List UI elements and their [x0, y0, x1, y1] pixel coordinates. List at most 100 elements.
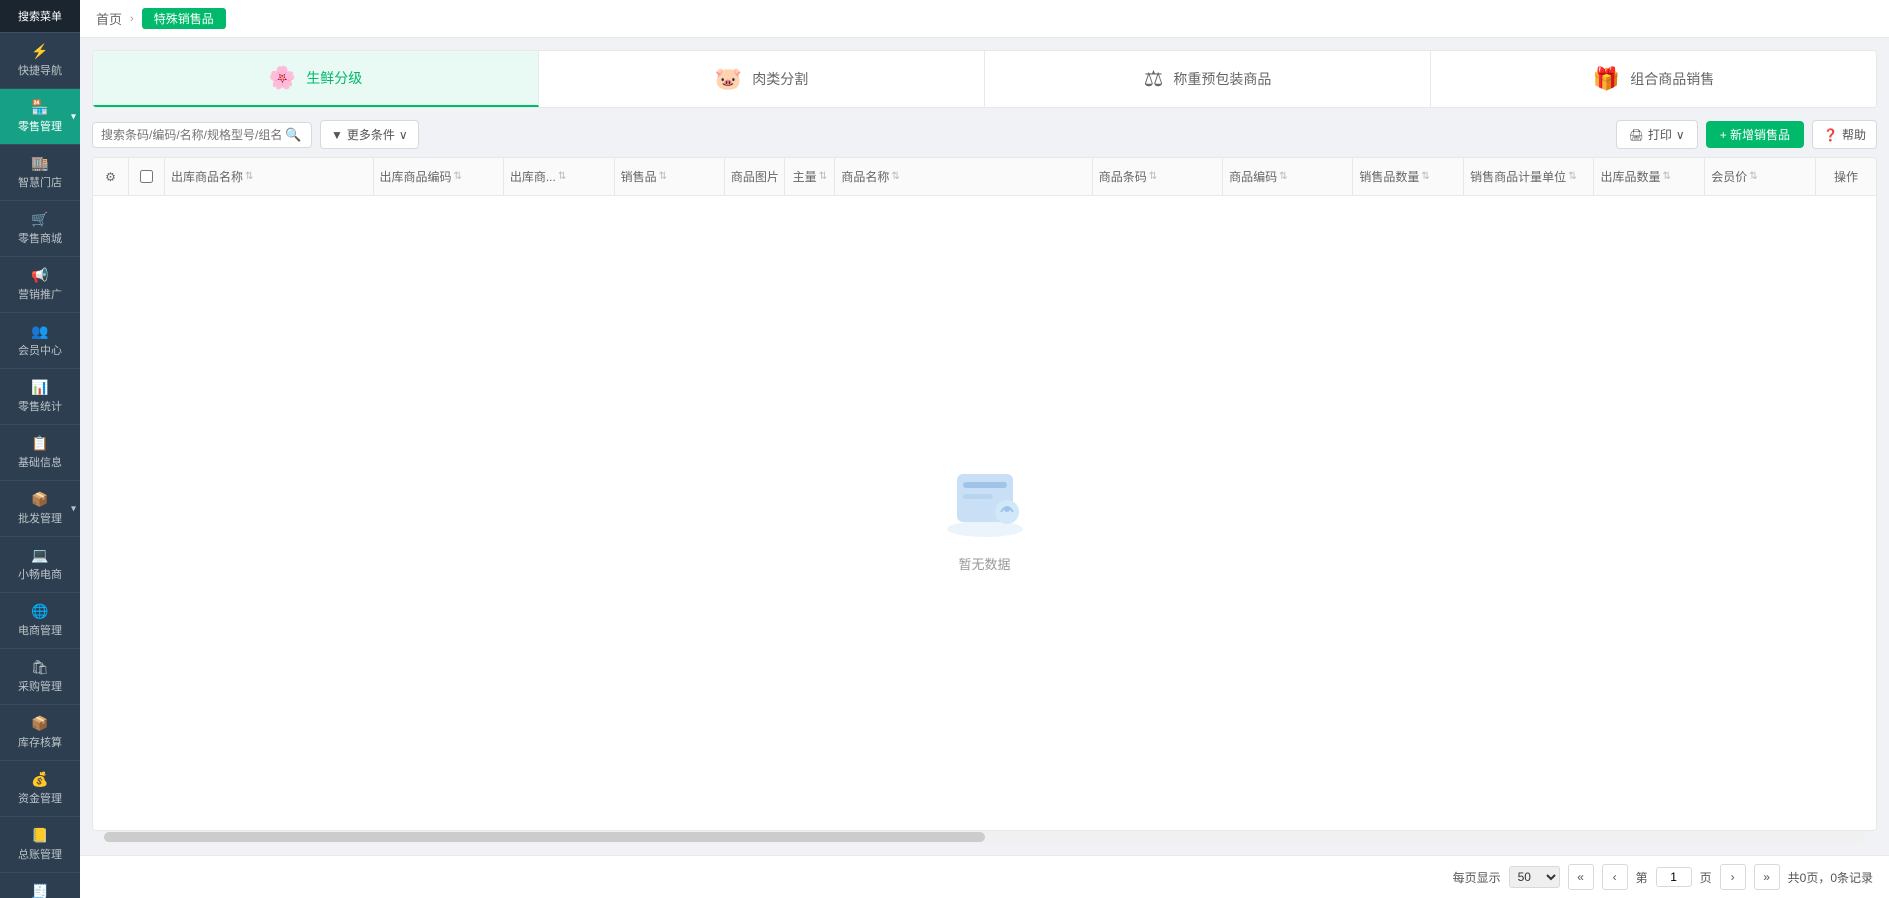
- sidebar-icon-ecom-mgmt: 🌐: [4, 603, 76, 620]
- sidebar-item-retail-mall[interactable]: 🛒 零售商城: [0, 201, 80, 257]
- sidebar-item-inventory[interactable]: 📦库存核算: [0, 705, 80, 761]
- sidebar-item-wholesale-mgmt[interactable]: 📦批发管理: [0, 481, 80, 537]
- sort-icon-out-code: ⇅: [454, 171, 462, 182]
- tab-meat-cut-label: 肉类分割: [752, 69, 808, 89]
- tab-meat-cut[interactable]: 🐷 肉类分割: [539, 51, 985, 107]
- sort-icon-qty: ⇅: [1421, 171, 1429, 182]
- first-page-button[interactable]: «: [1568, 864, 1594, 890]
- main-content: 首页 › 特殊销售品 🌸 生鲜分级 🐷 肉类分割 ⚖ 称重预包装商品 🎁 组合商…: [80, 0, 1889, 898]
- next-page-button[interactable]: ›: [1720, 864, 1746, 890]
- tab-fresh-grade-label: 生鲜分级: [306, 68, 362, 88]
- sidebar-item-retail-stats[interactable]: 📊零售统计: [0, 369, 80, 425]
- sidebar-item-marketing[interactable]: 📢 营销推广: [0, 257, 80, 313]
- sort-icon-main: ⇅: [819, 171, 827, 182]
- th-price[interactable]: 会员价 ⇅: [1705, 158, 1816, 195]
- sidebar-item-basic-info[interactable]: 📋基础信息: [0, 425, 80, 481]
- sidebar-label-ledger: 总账管理: [4, 846, 76, 862]
- last-page-button[interactable]: »: [1754, 864, 1780, 890]
- th-good-code[interactable]: 商品编码 ⇅: [1223, 158, 1353, 195]
- search-icon: 🔍: [285, 127, 301, 143]
- search-menu-btn[interactable]: 搜索菜单: [0, 8, 80, 24]
- sidebar-label-smart-store: 智慧门店: [4, 174, 76, 190]
- sidebar-item-mini-ecom[interactable]: 💻小畅电商: [0, 537, 80, 593]
- tab-weigh-pack-label: 称重预包装商品: [1173, 69, 1271, 89]
- breadcrumb-current[interactable]: 特殊销售品: [142, 8, 226, 29]
- sort-icon-out-qty: ⇅: [1663, 171, 1671, 182]
- sidebar-item-finance[interactable]: 💰资金管理: [0, 761, 80, 817]
- sidebar-label-marketing: 营销推广: [4, 286, 76, 302]
- search-box[interactable]: 🔍: [92, 122, 312, 148]
- th-good-name[interactable]: 商品名称 ⇅: [835, 158, 1092, 195]
- sidebar-item-invoice[interactable]: 🧾发票管理: [0, 873, 80, 898]
- sidebar-item-member-center[interactable]: 👥会员中心: [0, 313, 80, 369]
- combo-icon: 🎁: [1593, 66, 1620, 92]
- sidebar-icon-smart-store: 🏬: [4, 155, 76, 172]
- breadcrumb-sep: ›: [130, 13, 134, 25]
- sidebar-item-smart-store[interactable]: 🏬 智慧门店: [0, 145, 80, 201]
- th-qty[interactable]: 销售品数量 ⇅: [1353, 158, 1464, 195]
- sidebar-label-retail-mall: 零售商城: [4, 230, 76, 246]
- page-input[interactable]: [1656, 867, 1692, 887]
- th-out-code[interactable]: 出库商品编码 ⇅: [374, 158, 504, 195]
- sidebar-icon-retail-mgmt: 🏪: [4, 99, 76, 116]
- prev-page-button[interactable]: ‹: [1602, 864, 1628, 890]
- sort-icon-good-code: ⇅: [1279, 171, 1287, 182]
- sidebar-item-retail-mgmt[interactable]: 🏪零售管理: [0, 89, 80, 145]
- scroll-thumb[interactable]: [104, 832, 985, 842]
- sort-icon-good-name: ⇅: [891, 171, 899, 182]
- th-out-sku[interactable]: 出库商... ⇅: [504, 158, 615, 195]
- sidebar-item-quick-nav[interactable]: ⚡快捷导航: [0, 33, 80, 89]
- sidebar-item-ledger[interactable]: 📒总账管理: [0, 817, 80, 873]
- th-img[interactable]: 商品图片: [725, 158, 785, 195]
- sidebar-label-ecom-mgmt: 电商管理: [4, 622, 76, 638]
- sidebar-icon-marketing: 📢: [4, 267, 76, 284]
- sidebar-label-wholesale-mgmt: 批发管理: [4, 510, 76, 526]
- tab-combo[interactable]: 🎁 组合商品销售: [1431, 51, 1876, 107]
- horizontal-scrollbar[interactable]: [104, 831, 1865, 843]
- tab-weigh-pack[interactable]: ⚖ 称重预包装商品: [985, 51, 1431, 107]
- empty-illustration: 暂无数据: [935, 454, 1035, 573]
- sidebar-icon-retail-mall: 🛒: [4, 211, 76, 228]
- empty-text: 暂无数据: [958, 554, 1010, 573]
- search-input[interactable]: [101, 128, 281, 142]
- breadcrumb-home[interactable]: 首页: [96, 9, 122, 28]
- tab-fresh-grade[interactable]: 🌸 生鲜分级: [93, 51, 539, 107]
- add-button[interactable]: + 新增销售品: [1706, 121, 1804, 148]
- th-selling-label: 销售品: [621, 168, 657, 185]
- chevron-down-icon: ∨: [399, 128, 408, 142]
- sidebar-icon-inventory: 📦: [4, 715, 76, 732]
- sidebar-label-finance: 资金管理: [4, 790, 76, 806]
- sidebar: 搜索菜单 ⚡快捷导航🏪零售管理 🏬 智慧门店 🛒 零售商城 📢 营销推广 👥会员中心📊零售统计…: [0, 0, 80, 898]
- filter-button[interactable]: ▼ 更多条件 ∨: [320, 120, 419, 149]
- sidebar-icon-basic-info: 📋: [4, 435, 76, 452]
- page-size-select[interactable]: 50 10 20 100: [1509, 866, 1560, 888]
- fresh-grade-icon: 🌸: [269, 65, 296, 91]
- toolbar-right: 🖨 打印 ∨ + 新增销售品 ❓ 帮助: [1616, 120, 1877, 149]
- th-unit[interactable]: 销售商品计量单位 ⇅: [1464, 158, 1594, 195]
- sidebar-label-retail-stats: 零售统计: [4, 398, 76, 414]
- th-good-name-label: 商品名称: [841, 168, 889, 185]
- th-checkbox[interactable]: [129, 158, 165, 195]
- sort-icon-out-sku: ⇅: [558, 171, 566, 182]
- meat-cut-icon: 🐷: [715, 66, 742, 92]
- th-unit-label: 销售商品计量单位: [1470, 168, 1566, 185]
- print-chevron-icon: ∨: [1676, 128, 1685, 142]
- sidebar-item-ecom-mgmt[interactable]: 🌐 电商管理: [0, 593, 80, 649]
- sidebar-icon-member-center: 👥: [4, 323, 76, 340]
- select-all-checkbox[interactable]: [140, 170, 153, 183]
- page-label: 第: [1636, 869, 1648, 886]
- sidebar-item-purchase-mgmt[interactable]: 🛍采购管理: [0, 649, 80, 705]
- th-out-name[interactable]: 出库商品名称 ⇅: [165, 158, 374, 195]
- empty-icon: [935, 454, 1035, 544]
- th-settings[interactable]: ⚙: [93, 158, 129, 195]
- add-label: + 新增销售品: [1720, 126, 1790, 143]
- th-selling[interactable]: 销售品 ⇅: [615, 158, 726, 195]
- sidebar-logo[interactable]: 搜索菜单: [0, 0, 80, 33]
- sidebar-label-purchase-mgmt: 采购管理: [4, 678, 76, 694]
- help-button[interactable]: ❓ 帮助: [1812, 120, 1877, 149]
- th-main[interactable]: 主量 ⇅: [785, 158, 835, 195]
- th-out-qty[interactable]: 出库品数量 ⇅: [1594, 158, 1705, 195]
- print-button[interactable]: 🖨 打印 ∨: [1616, 120, 1698, 149]
- th-out-qty-label: 出库品数量: [1600, 168, 1660, 185]
- th-barcode[interactable]: 商品条码 ⇅: [1093, 158, 1223, 195]
